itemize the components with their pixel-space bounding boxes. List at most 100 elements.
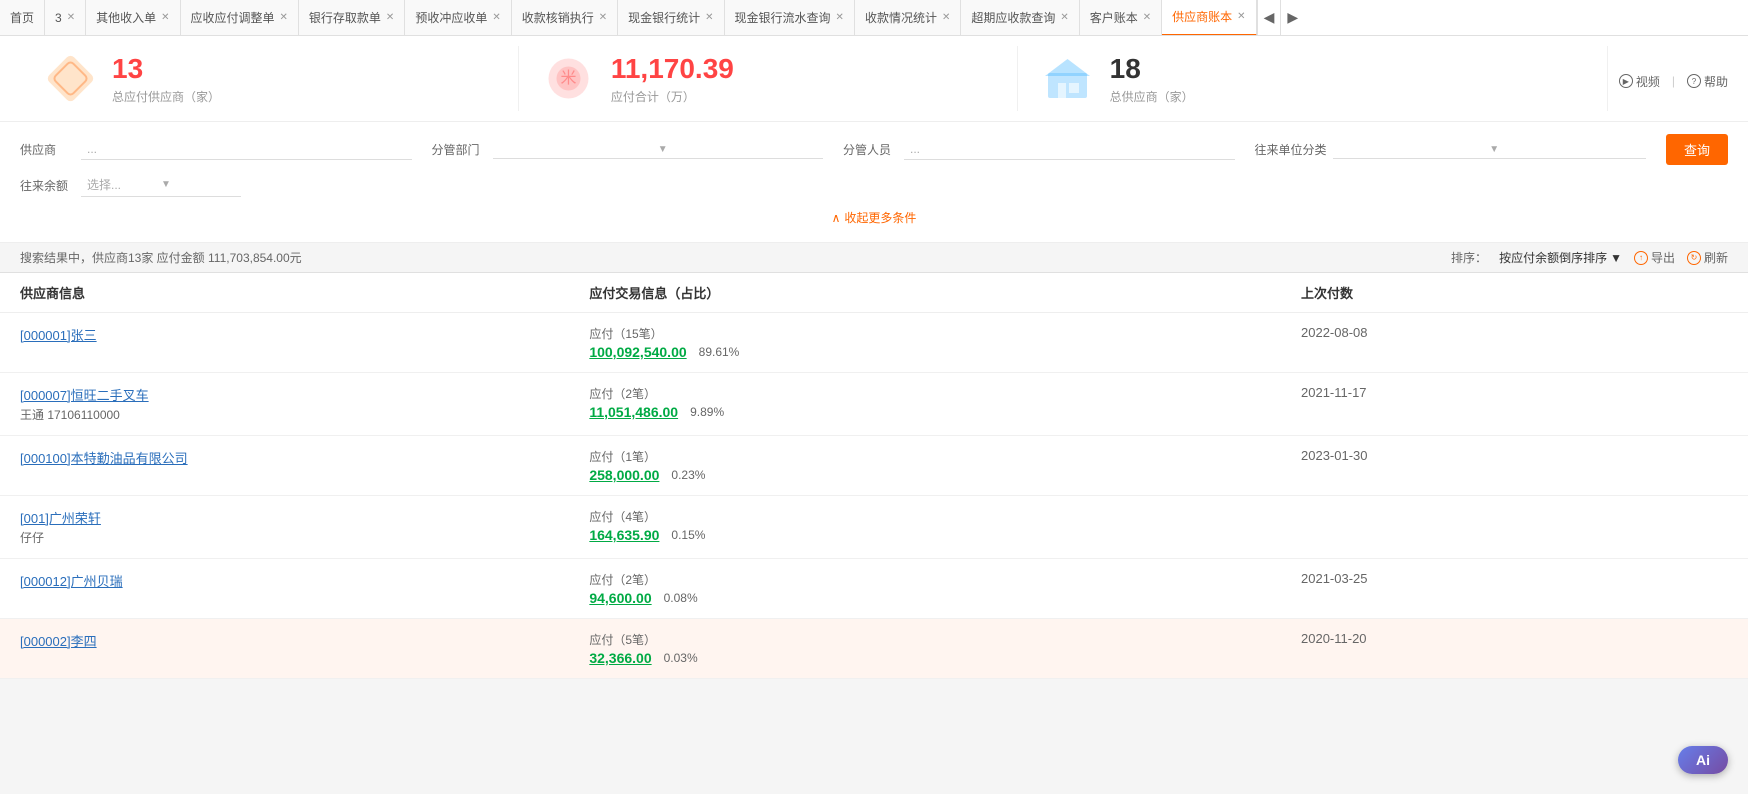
nav-tab-supplier-book[interactable]: 供应商账本 ✕ (1162, 0, 1256, 36)
nav-tab-receipt-stat[interactable]: 收款情况统计 ✕ (855, 0, 961, 36)
nav-tab-adjustment[interactable]: 应收应付调整单 ✕ (181, 0, 299, 36)
table-row: [000012]广州贝瑞 应付（2笔） 94,600.00 0.08% 2021… (0, 559, 1748, 619)
export-button[interactable]: ↑ 导出 (1634, 249, 1675, 266)
supplier-link-1[interactable]: [000001]张三 (20, 325, 589, 344)
supplier-link-4[interactable]: [001]广州荣轩 (20, 508, 589, 527)
category-select[interactable]: ▼ (1333, 141, 1646, 159)
filter-item-category: 往来单位分类 ▼ (1255, 141, 1647, 159)
nav-scroll-left[interactable]: ◀ (1257, 0, 1281, 36)
supplier-cell: [000100]本特勤油品有限公司 (20, 448, 589, 467)
transaction-cell-2: 应付（2笔） 11,051,486.00 9.89% (589, 385, 1301, 420)
close-icon[interactable]: ✕ (1143, 12, 1151, 23)
transaction-cell-3: 应付（1笔） 258,000.00 0.23% (589, 448, 1301, 483)
transaction-percent-4: 0.15% (671, 528, 705, 542)
supplier-link-5[interactable]: [000012]广州贝瑞 (20, 571, 589, 590)
transaction-percent-2: 9.89% (690, 405, 724, 419)
summary-item-payable-total: 米 11,170.39 应付合计（万） (519, 46, 1018, 111)
ai-badge[interactable]: Ai (1678, 746, 1728, 774)
nav-tab-home[interactable]: 首页 (0, 0, 45, 36)
sort-select[interactable]: 按应付余额倒序排序 ▼ (1499, 249, 1622, 266)
supplier-input[interactable] (81, 139, 412, 160)
payable-suppliers-label: 总应付供应商（家） (112, 88, 220, 105)
payable-total-value: 11,170.39 (611, 52, 734, 86)
transaction-cell-6: 应付（5笔） 32,366.00 0.03% (589, 631, 1301, 666)
video-link[interactable]: ▶ 视频 (1619, 73, 1660, 90)
close-icon[interactable]: ✕ (161, 12, 169, 23)
result-info: 搜索结果中，供应商13家 应付金额 111,703,854.00元 (20, 249, 322, 266)
export-icon: ↑ (1634, 251, 1648, 265)
nav-tab-cash-query[interactable]: 现金银行流水查询 ✕ (725, 0, 855, 36)
grain-icon: 米 (539, 51, 599, 106)
result-actions: 排序： 按应付余额倒序排序 ▼ ↑ 导出 ↻ 刷新 (1451, 249, 1728, 266)
summary-item-payable-suppliers: 13 总应付供应商（家） (20, 46, 519, 111)
sort-label: 排序： (1451, 249, 1487, 266)
supplier-sub-2: 王通 17106110000 (20, 406, 589, 423)
payable-total-label: 应付合计（万） (611, 88, 734, 105)
last-payment-cell-1: 2022-08-08 (1301, 325, 1728, 340)
summary-links: ▶ 视频 | ? 帮助 (1608, 68, 1728, 90)
close-icon[interactable]: ✕ (67, 12, 75, 23)
nav-tab-other-income[interactable]: 其他收入单 ✕ (86, 0, 180, 36)
result-bar: 搜索结果中，供应商13家 应付金额 111,703,854.00元 排序： 按应… (0, 243, 1748, 273)
transaction-cell-1: 应付（15笔） 100,092,540.00 89.61% (589, 325, 1301, 360)
transaction-amount-5[interactable]: 94,600.00 (589, 590, 651, 606)
filter-row-1: 供应商 分管部门 ▼ 分管人员 往来单位分类 ▼ 查询 (20, 134, 1728, 165)
nav-tab-3[interactable]: 3 ✕ (45, 0, 86, 36)
transaction-amount-1[interactable]: 100,092,540.00 (589, 344, 686, 360)
close-icon[interactable]: ✕ (1060, 12, 1068, 23)
last-payment-cell-2: 2021-11-17 (1301, 385, 1728, 400)
dept-select[interactable]: ▼ (493, 141, 824, 159)
close-icon[interactable]: ✕ (492, 12, 500, 23)
total-suppliers-label: 总供应商（家） (1110, 88, 1194, 105)
table-header: 供应商信息 应付交易信息（占比） 上次付数 (0, 273, 1748, 313)
transaction-percent-6: 0.03% (664, 651, 698, 665)
help-link[interactable]: ? 帮助 (1687, 73, 1728, 90)
chevron-down-icon: ▼ (1489, 144, 1640, 155)
transaction-amount-3[interactable]: 258,000.00 (589, 467, 659, 483)
nav-tab-bank[interactable]: 银行存取款单 ✕ (299, 0, 405, 36)
transaction-amount-4[interactable]: 164,635.90 (589, 527, 659, 543)
svg-text:米: 米 (561, 69, 577, 87)
close-icon[interactable]: ✕ (280, 12, 288, 23)
balance-select-value: 选择... (87, 176, 161, 193)
close-icon[interactable]: ✕ (836, 12, 844, 23)
collapse-bar[interactable]: ∧ 收起更多条件 (20, 205, 1728, 230)
table-row: [000007]恒旺二手叉车 王通 17106110000 应付（2笔） 11,… (0, 373, 1748, 436)
summary-text-2: 11,170.39 应付合计（万） (611, 52, 734, 105)
table-row: [000002]李四 应付（5笔） 32,366.00 0.03% 2020-1… (0, 619, 1748, 679)
supplier-link-6[interactable]: [000002]李四 (20, 631, 589, 650)
nav-tab-prepaid[interactable]: 预收冲应收单 ✕ (405, 0, 511, 36)
diamond-icon (40, 51, 100, 106)
filter-item-balance: 往来余额 选择... ▼ (20, 173, 874, 197)
nav-tab-overdue[interactable]: 超期应收款查询 ✕ (961, 0, 1079, 36)
close-icon[interactable]: ✕ (942, 12, 950, 23)
col-header-last-payment: 上次付数 (1301, 283, 1728, 302)
refresh-icon: ↻ (1687, 251, 1701, 265)
person-input[interactable] (904, 139, 1235, 160)
transaction-percent-1: 89.61% (699, 345, 740, 359)
filter-row-2: 往来余额 选择... ▼ (20, 173, 1728, 197)
nav-tab-customer-book[interactable]: 客户账本 ✕ (1080, 0, 1162, 36)
supplier-link-2[interactable]: [000007]恒旺二手叉车 (20, 385, 589, 404)
balance-filter-label: 往来余额 (20, 177, 75, 194)
sort-select-value: 按应付余额倒序排序 (1499, 249, 1607, 266)
nav-tab-verify[interactable]: 收款核销执行 ✕ (512, 0, 618, 36)
close-icon[interactable]: ✕ (599, 12, 607, 23)
chevron-down-icon: ▼ (658, 144, 817, 155)
filter-item-supplier: 供应商 (20, 139, 412, 160)
chevron-down-icon: ▼ (161, 179, 235, 190)
transaction-amount-6[interactable]: 32,366.00 (589, 650, 651, 666)
nav-tab-cash-stat[interactable]: 现金银行统计 ✕ (618, 0, 724, 36)
refresh-button[interactable]: ↻ 刷新 (1687, 249, 1728, 266)
supplier-cell: [000002]李四 (20, 631, 589, 650)
supplier-link-3[interactable]: [000100]本特勤油品有限公司 (20, 448, 589, 467)
transaction-amount-2[interactable]: 11,051,486.00 (589, 404, 678, 420)
total-suppliers-value: 18 (1110, 52, 1194, 86)
query-button[interactable]: 查询 (1666, 134, 1728, 165)
close-icon[interactable]: ✕ (386, 12, 394, 23)
close-icon[interactable]: ✕ (705, 12, 713, 23)
nav-scroll-right[interactable]: ▶ (1280, 0, 1304, 36)
close-icon[interactable]: ✕ (1237, 11, 1245, 22)
summary-item-total-suppliers: 18 总供应商（家） (1018, 46, 1608, 111)
balance-select[interactable]: 选择... ▼ (81, 173, 241, 197)
